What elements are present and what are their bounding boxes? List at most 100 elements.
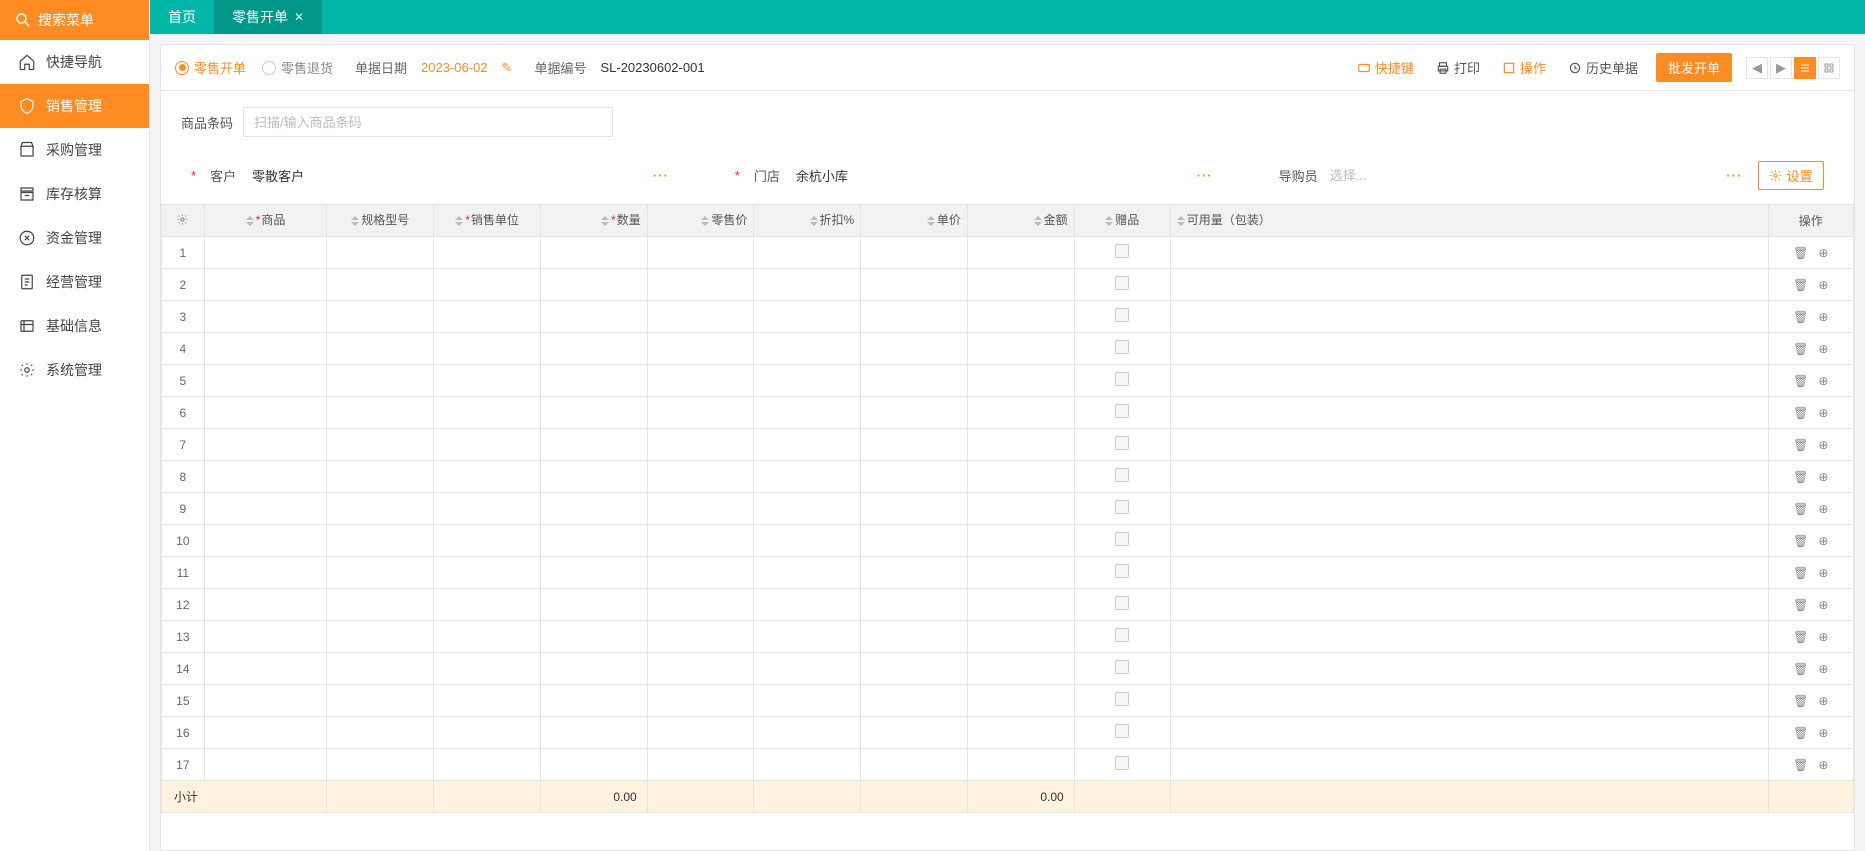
cell-uprice[interactable] bbox=[861, 429, 968, 461]
tab-retail-order[interactable]: 零售开单 ✕ bbox=[214, 0, 322, 34]
cell-gift[interactable] bbox=[1074, 685, 1170, 717]
cell-unit[interactable] bbox=[434, 237, 541, 269]
cell-spec[interactable] bbox=[327, 397, 434, 429]
checkbox-icon[interactable] bbox=[1115, 660, 1129, 674]
add-row-button[interactable]: ⊕ bbox=[1818, 502, 1828, 516]
table-row[interactable]: 12 🗑 ⊕ bbox=[162, 589, 1854, 621]
delete-row-button[interactable]: 🗑 bbox=[1793, 534, 1808, 548]
cell-qty[interactable] bbox=[540, 685, 647, 717]
cell-discount[interactable] bbox=[754, 717, 861, 749]
cell-gift[interactable] bbox=[1074, 621, 1170, 653]
cell-uprice[interactable] bbox=[861, 749, 968, 781]
delete-row-button[interactable]: 🗑 bbox=[1793, 310, 1808, 324]
cell-price[interactable] bbox=[647, 301, 754, 333]
cell-gift[interactable] bbox=[1074, 429, 1170, 461]
table-row[interactable]: 9 🗑 ⊕ bbox=[162, 493, 1854, 525]
add-row-button[interactable]: ⊕ bbox=[1818, 758, 1828, 772]
add-row-button[interactable]: ⊕ bbox=[1818, 374, 1828, 388]
cell-spec[interactable] bbox=[327, 653, 434, 685]
col-product[interactable]: *商品 bbox=[204, 205, 327, 237]
cell-amount[interactable] bbox=[967, 685, 1074, 717]
cell-spec[interactable] bbox=[327, 525, 434, 557]
cell-uprice[interactable] bbox=[861, 525, 968, 557]
checkbox-icon[interactable] bbox=[1115, 756, 1129, 770]
prev-button[interactable]: ◀ bbox=[1746, 57, 1768, 79]
cell-spec[interactable] bbox=[327, 429, 434, 461]
sidebar-item-biz[interactable]: 经营管理 bbox=[0, 260, 149, 304]
cell-gift[interactable] bbox=[1074, 557, 1170, 589]
cell-qty[interactable] bbox=[540, 429, 647, 461]
add-row-button[interactable]: ⊕ bbox=[1818, 726, 1828, 740]
cell-amount[interactable] bbox=[967, 301, 1074, 333]
history-button[interactable]: 历史单据 bbox=[1564, 58, 1642, 77]
radio-retail-return[interactable]: 零售退货 bbox=[262, 58, 333, 77]
sidebar-item-base[interactable]: 基础信息 bbox=[0, 304, 149, 348]
cell-unit[interactable] bbox=[434, 589, 541, 621]
table-row[interactable]: 5 🗑 ⊕ bbox=[162, 365, 1854, 397]
col-spec[interactable]: 规格型号 bbox=[327, 205, 434, 237]
checkbox-icon[interactable] bbox=[1115, 596, 1129, 610]
list-view-button[interactable] bbox=[1794, 57, 1816, 79]
staff-select[interactable] bbox=[1328, 165, 1711, 187]
checkbox-icon[interactable] bbox=[1115, 308, 1129, 322]
sidebar-item-home[interactable]: 快捷导航 bbox=[0, 40, 149, 84]
checkbox-icon[interactable] bbox=[1115, 628, 1129, 642]
delete-row-button[interactable]: 🗑 bbox=[1793, 470, 1808, 484]
cell-price[interactable] bbox=[647, 557, 754, 589]
cell-unit[interactable] bbox=[434, 429, 541, 461]
cell-price[interactable] bbox=[647, 429, 754, 461]
col-discount[interactable]: 折扣% bbox=[754, 205, 861, 237]
cell-amount[interactable] bbox=[967, 557, 1074, 589]
cell-uprice[interactable] bbox=[861, 365, 968, 397]
delete-row-button[interactable]: 🗑 bbox=[1793, 598, 1808, 612]
checkbox-icon[interactable] bbox=[1115, 692, 1129, 706]
print-button[interactable]: 打印 bbox=[1432, 58, 1484, 77]
next-button[interactable]: ▶ bbox=[1770, 57, 1792, 79]
cell-spec[interactable] bbox=[327, 365, 434, 397]
cell-qty[interactable] bbox=[540, 525, 647, 557]
cell-amount[interactable] bbox=[967, 333, 1074, 365]
cell-price[interactable] bbox=[647, 237, 754, 269]
cell-uprice[interactable] bbox=[861, 589, 968, 621]
cell-unit[interactable] bbox=[434, 333, 541, 365]
table-row[interactable]: 6 🗑 ⊕ bbox=[162, 397, 1854, 429]
cell-gift[interactable] bbox=[1074, 397, 1170, 429]
cell-spec[interactable] bbox=[327, 333, 434, 365]
cell-gift[interactable] bbox=[1074, 461, 1170, 493]
cell-qty[interactable] bbox=[540, 493, 647, 525]
add-row-button[interactable]: ⊕ bbox=[1818, 406, 1828, 420]
cell-discount[interactable] bbox=[754, 589, 861, 621]
cell-unit[interactable] bbox=[434, 525, 541, 557]
cell-product[interactable] bbox=[204, 269, 327, 301]
cell-qty[interactable] bbox=[540, 269, 647, 301]
radio-retail-sale[interactable]: 零售开单 bbox=[175, 58, 246, 77]
cell-price[interactable] bbox=[647, 365, 754, 397]
cell-product[interactable] bbox=[204, 461, 327, 493]
cell-amount[interactable] bbox=[967, 269, 1074, 301]
cell-uprice[interactable] bbox=[861, 493, 968, 525]
cell-product[interactable] bbox=[204, 749, 327, 781]
cell-product[interactable] bbox=[204, 557, 327, 589]
cell-gift[interactable] bbox=[1074, 301, 1170, 333]
cell-uprice[interactable] bbox=[861, 653, 968, 685]
settings-button[interactable]: 设置 bbox=[1758, 161, 1824, 190]
cell-amount[interactable] bbox=[967, 749, 1074, 781]
cell-spec[interactable] bbox=[327, 621, 434, 653]
table-row[interactable]: 7 🗑 ⊕ bbox=[162, 429, 1854, 461]
table-row[interactable]: 2 🗑 ⊕ bbox=[162, 269, 1854, 301]
table-row[interactable]: 10 🗑 ⊕ bbox=[162, 525, 1854, 557]
col-uprice[interactable]: 单价 bbox=[861, 205, 968, 237]
cell-uprice[interactable] bbox=[861, 717, 968, 749]
cell-price[interactable] bbox=[647, 461, 754, 493]
add-row-button[interactable]: ⊕ bbox=[1818, 694, 1828, 708]
add-row-button[interactable]: ⊕ bbox=[1818, 470, 1828, 484]
cell-uprice[interactable] bbox=[861, 685, 968, 717]
add-row-button[interactable]: ⊕ bbox=[1818, 342, 1828, 356]
cell-qty[interactable] bbox=[540, 653, 647, 685]
cell-unit[interactable] bbox=[434, 365, 541, 397]
cell-spec[interactable] bbox=[327, 301, 434, 333]
sidebar-search[interactable]: 搜索菜单 bbox=[0, 0, 149, 40]
cell-discount[interactable] bbox=[754, 749, 861, 781]
cell-product[interactable] bbox=[204, 493, 327, 525]
cell-spec[interactable] bbox=[327, 685, 434, 717]
